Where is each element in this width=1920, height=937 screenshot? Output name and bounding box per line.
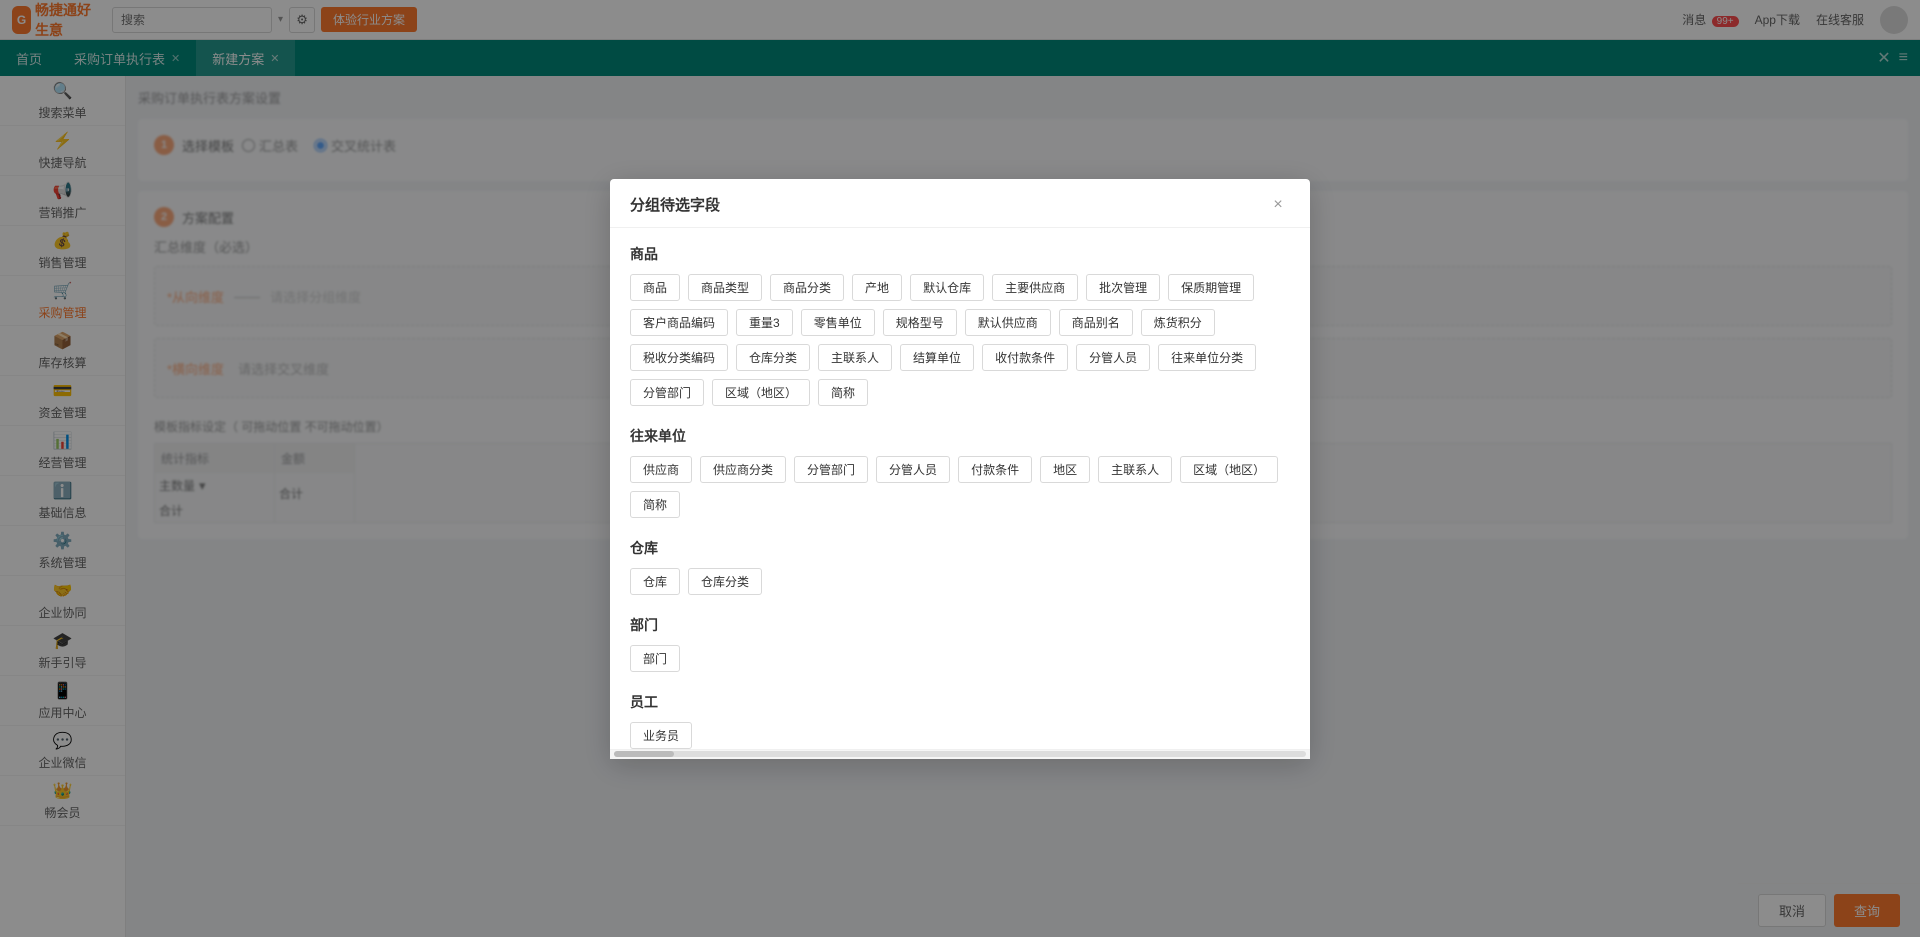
field-tag[interactable]: 批次管理 bbox=[1086, 274, 1160, 301]
field-tag[interactable]: 税收分类编码 bbox=[630, 344, 728, 371]
field-tag[interactable]: 保质期管理 bbox=[1168, 274, 1254, 301]
field-tag[interactable]: 地区 bbox=[1040, 456, 1090, 483]
field-tag[interactable]: 区域（地区） bbox=[1180, 456, 1278, 483]
field-group-title-partner: 往来单位 bbox=[630, 426, 1290, 446]
field-group-goods: 商品 商品 商品类型 商品分类 产地 默认仓库 主要供应商 批次管理 保质期管理… bbox=[630, 244, 1290, 406]
field-tag[interactable]: 分管人员 bbox=[1076, 344, 1150, 371]
field-group-partner: 往来单位 供应商 供应商分类 分管部门 分管人员 付款条件 地区 主联系人 区域… bbox=[630, 426, 1290, 518]
hscroll-thumb bbox=[614, 751, 674, 757]
field-tag[interactable]: 供应商分类 bbox=[700, 456, 786, 483]
field-group-title-warehouse: 仓库 bbox=[630, 538, 1290, 558]
field-group-employee: 员工 业务员 bbox=[630, 692, 1290, 749]
field-tag[interactable]: 零售单位 bbox=[801, 309, 875, 336]
field-tags-warehouse: 仓库 仓库分类 bbox=[630, 568, 1290, 595]
field-tags-department: 部门 bbox=[630, 645, 1290, 672]
field-tag[interactable]: 产地 bbox=[852, 274, 902, 301]
field-select-modal: 分组待选字段 × 商品 商品 商品类型 商品分类 产地 默认仓库 主要供应商 批… bbox=[610, 179, 1310, 759]
field-tag[interactable]: 商品分类 bbox=[770, 274, 844, 301]
field-tag[interactable]: 部门 bbox=[630, 645, 680, 672]
field-tag[interactable]: 主联系人 bbox=[1098, 456, 1172, 483]
field-tag[interactable]: 仓库分类 bbox=[688, 568, 762, 595]
field-tag[interactable]: 简称 bbox=[630, 491, 680, 518]
field-tag[interactable]: 商品别名 bbox=[1059, 309, 1133, 336]
field-tags-partner: 供应商 供应商分类 分管部门 分管人员 付款条件 地区 主联系人 区域（地区） … bbox=[630, 456, 1290, 518]
field-tag[interactable]: 商品类型 bbox=[688, 274, 762, 301]
modal-close-button[interactable]: × bbox=[1266, 193, 1290, 217]
field-tag[interactable]: 炼货积分 bbox=[1141, 309, 1215, 336]
field-tag[interactable]: 结算单位 bbox=[900, 344, 974, 371]
field-tag[interactable]: 商品 bbox=[630, 274, 680, 301]
modal-horizontal-scrollbar[interactable] bbox=[610, 749, 1310, 758]
field-tag[interactable]: 主要供应商 bbox=[992, 274, 1078, 301]
field-tag[interactable]: 主联系人 bbox=[818, 344, 892, 371]
field-tag[interactable]: 区域（地区） bbox=[712, 379, 810, 406]
field-tag[interactable]: 分管人员 bbox=[876, 456, 950, 483]
field-tag[interactable]: 分管部门 bbox=[630, 379, 704, 406]
field-tag[interactable]: 仓库分类 bbox=[736, 344, 810, 371]
modal-body: 商品 商品 商品类型 商品分类 产地 默认仓库 主要供应商 批次管理 保质期管理… bbox=[610, 228, 1310, 750]
field-tag[interactable]: 重量3 bbox=[736, 309, 793, 336]
field-group-title-employee: 员工 bbox=[630, 692, 1290, 712]
field-tag[interactable]: 往来单位分类 bbox=[1158, 344, 1256, 371]
modal-header: 分组待选字段 × bbox=[610, 179, 1310, 228]
field-group-title-department: 部门 bbox=[630, 615, 1290, 635]
field-group-warehouse: 仓库 仓库 仓库分类 bbox=[630, 538, 1290, 595]
field-tag[interactable]: 分管部门 bbox=[794, 456, 868, 483]
field-tag[interactable]: 客户商品编码 bbox=[630, 309, 728, 336]
modal-overlay: 分组待选字段 × 商品 商品 商品类型 商品分类 产地 默认仓库 主要供应商 批… bbox=[0, 0, 1920, 937]
field-tag[interactable]: 业务员 bbox=[630, 722, 692, 749]
field-tag[interactable]: 仓库 bbox=[630, 568, 680, 595]
field-tag[interactable]: 规格型号 bbox=[883, 309, 957, 336]
field-tag[interactable]: 付款条件 bbox=[958, 456, 1032, 483]
field-tag[interactable]: 默认仓库 bbox=[910, 274, 984, 301]
field-tag[interactable]: 收付款条件 bbox=[982, 344, 1068, 371]
field-tags-employee: 业务员 bbox=[630, 722, 1290, 749]
field-tag[interactable]: 简称 bbox=[818, 379, 868, 406]
field-group-title-goods: 商品 bbox=[630, 244, 1290, 264]
field-group-department: 部门 部门 bbox=[630, 615, 1290, 672]
field-tag[interactable]: 默认供应商 bbox=[965, 309, 1051, 336]
modal-title: 分组待选字段 bbox=[630, 194, 720, 215]
field-tags-goods: 商品 商品类型 商品分类 产地 默认仓库 主要供应商 批次管理 保质期管理 客户… bbox=[630, 274, 1290, 406]
field-tag[interactable]: 供应商 bbox=[630, 456, 692, 483]
hscroll-track bbox=[614, 751, 1306, 757]
